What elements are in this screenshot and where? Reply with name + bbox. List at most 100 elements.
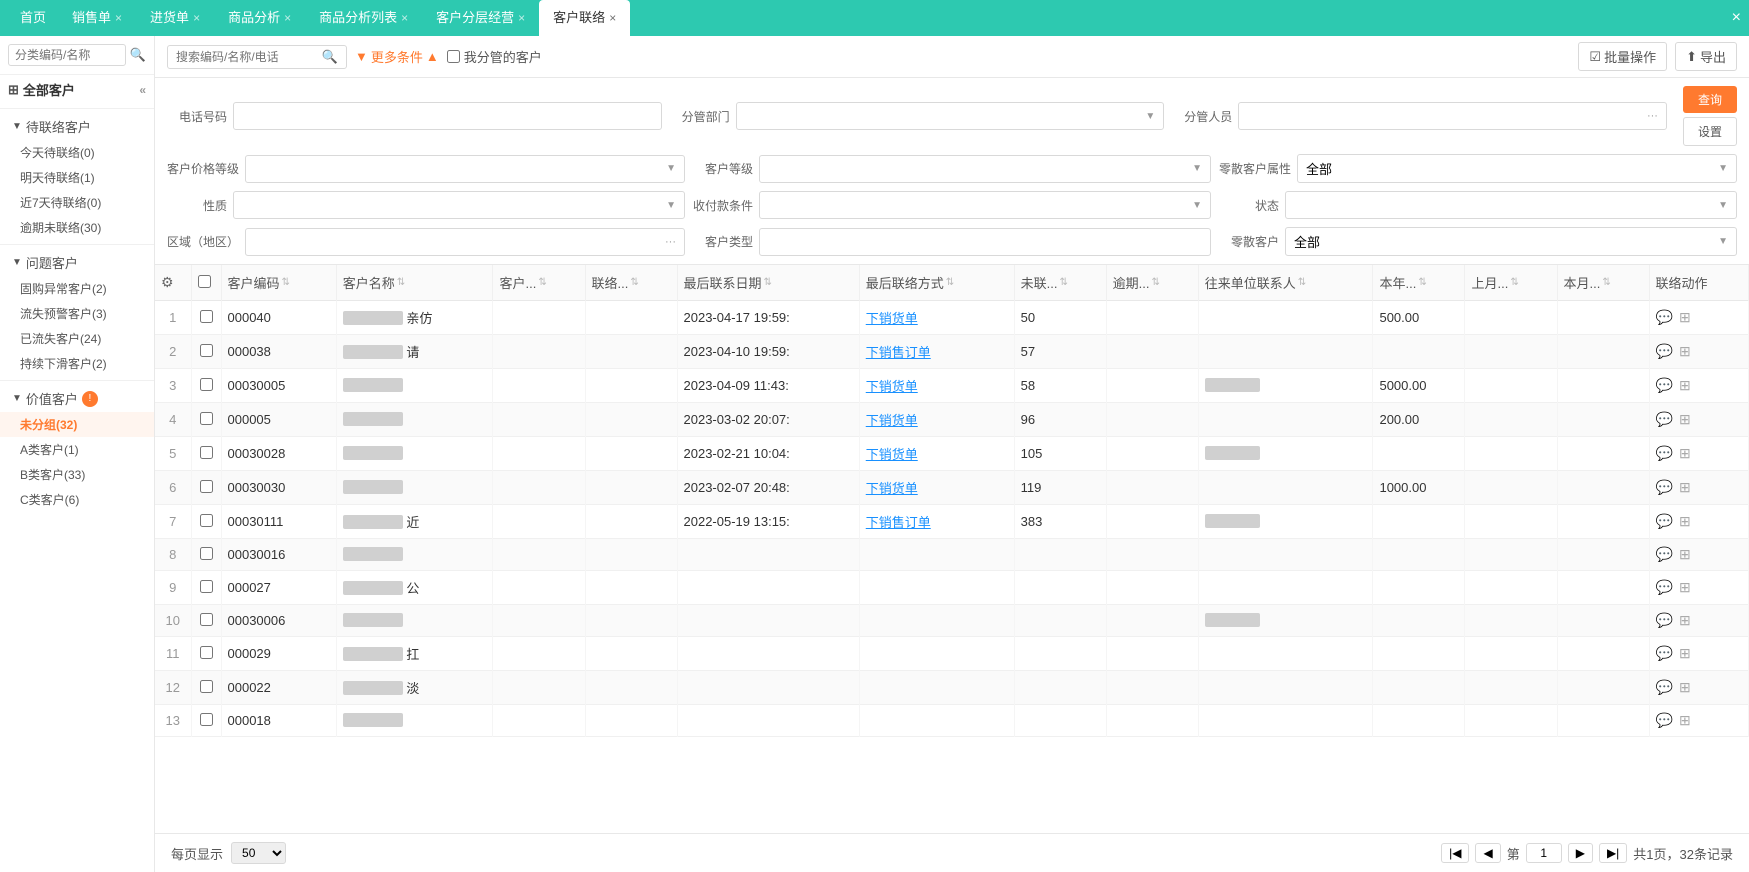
grid-action-icon[interactable]: ⊞: [1679, 679, 1691, 696]
sidebar-pending-contact-header[interactable]: ▼ 待联络客户: [0, 113, 154, 140]
customer-level-select[interactable]: ▼: [759, 155, 1211, 183]
grid-action-icon[interactable]: ⊞: [1679, 411, 1691, 428]
grid-action-icon[interactable]: ⊞: [1679, 645, 1691, 662]
retail-attr-select[interactable]: 全部▼: [1297, 154, 1737, 183]
filter-more-conditions[interactable]: ▼ 更多条件 ▲: [355, 47, 439, 66]
sidebar-item-overdue[interactable]: 逾期未联络(30): [0, 215, 154, 240]
row-checkbox[interactable]: [200, 446, 213, 459]
row-checkbox[interactable]: [200, 646, 213, 659]
last-method-link[interactable]: 下销货单: [866, 379, 918, 394]
sort-last-date[interactable]: ⇅: [764, 277, 772, 288]
sidebar-value-customers-header[interactable]: ▼ 价值客户 !: [0, 385, 154, 412]
sidebar-item-c-class[interactable]: C类客户(6): [0, 487, 154, 512]
tab-customer-segment[interactable]: 客户分层经营 ×: [422, 0, 539, 36]
last-page-btn[interactable]: ▶|: [1599, 843, 1627, 863]
row-checkbox[interactable]: [200, 378, 213, 391]
td-check[interactable]: [191, 505, 221, 539]
td-check[interactable]: [191, 437, 221, 471]
th-gear[interactable]: ⚙: [155, 265, 191, 301]
grid-action-icon[interactable]: ⊞: [1679, 546, 1691, 563]
grid-action-icon[interactable]: ⊞: [1679, 445, 1691, 462]
td-check[interactable]: [191, 705, 221, 737]
my-customers-checkbox[interactable]: [447, 50, 460, 63]
tab-customer-contact[interactable]: 客户联络 ×: [539, 0, 630, 36]
chat-icon[interactable]: 💬: [1656, 546, 1673, 563]
my-customers-checkbox-label[interactable]: 我分管的客户: [447, 47, 542, 66]
sort-overdue[interactable]: ⇅: [1152, 277, 1160, 288]
sidebar-item-ungrouepd[interactable]: 未分组(32): [0, 412, 154, 437]
close-purchase-tab[interactable]: ×: [193, 0, 200, 36]
th-checkbox[interactable]: [191, 265, 221, 301]
row-checkbox[interactable]: [200, 344, 213, 357]
chat-icon[interactable]: 💬: [1656, 645, 1673, 662]
row-checkbox[interactable]: [200, 613, 213, 626]
sort-contact[interactable]: ⇅: [630, 277, 638, 288]
td-check[interactable]: [191, 637, 221, 671]
sidebar-item-abnormal[interactable]: 固购异常客户(2): [0, 276, 154, 301]
row-checkbox[interactable]: [200, 580, 213, 593]
sort-name[interactable]: ⇅: [397, 277, 405, 288]
row-checkbox[interactable]: [200, 310, 213, 323]
td-check[interactable]: [191, 335, 221, 369]
close-customer-contact-tab[interactable]: ×: [609, 0, 616, 36]
close-product-analysis-tab[interactable]: ×: [284, 0, 291, 36]
row-checkbox[interactable]: [200, 480, 213, 493]
staff-select[interactable]: ···: [1238, 102, 1667, 130]
chat-icon[interactable]: 💬: [1656, 479, 1673, 496]
grid-action-icon[interactable]: ⊞: [1679, 513, 1691, 530]
next-page-btn[interactable]: ▶: [1568, 843, 1593, 863]
last-method-link[interactable]: 下销货单: [866, 311, 918, 326]
sidebar-item-a-class[interactable]: A类客户(1): [0, 437, 154, 462]
payment-select[interactable]: ▼: [759, 191, 1211, 219]
grid-action-icon[interactable]: ⊞: [1679, 343, 1691, 360]
last-method-link[interactable]: 下销货单: [866, 447, 918, 462]
chat-icon[interactable]: 💬: [1656, 377, 1673, 394]
first-page-btn[interactable]: |◀: [1441, 843, 1469, 863]
grid-action-icon[interactable]: ⊞: [1679, 377, 1691, 394]
sidebar-item-today[interactable]: 今天待联络(0): [0, 140, 154, 165]
page-size-select[interactable]: 50 100 200: [231, 842, 286, 864]
query-button[interactable]: 查询: [1683, 86, 1737, 113]
td-check[interactable]: [191, 403, 221, 437]
page-number-input[interactable]: [1526, 843, 1562, 863]
sidebar-search-input[interactable]: [8, 44, 126, 66]
gear-icon[interactable]: ⚙: [161, 274, 174, 290]
last-method-link[interactable]: 下销售订单: [866, 515, 931, 530]
td-check[interactable]: [191, 539, 221, 571]
chat-icon[interactable]: 💬: [1656, 612, 1673, 629]
td-check[interactable]: [191, 369, 221, 403]
sidebar-item-7days[interactable]: 近7天待联络(0): [0, 190, 154, 215]
tab-product-analysis[interactable]: 商品分析 ×: [214, 0, 305, 36]
status-select[interactable]: ▼: [1285, 191, 1737, 219]
tab-product-analysis-list[interactable]: 商品分析列表 ×: [305, 0, 422, 36]
tab-home[interactable]: 首页: [8, 0, 58, 36]
grid-action-icon[interactable]: ⊞: [1679, 712, 1691, 729]
sort-last-method[interactable]: ⇅: [946, 277, 954, 288]
sidebar-item-churn-warning[interactable]: 流失预警客户(3): [0, 301, 154, 326]
chat-icon[interactable]: 💬: [1656, 411, 1673, 428]
td-check[interactable]: [191, 571, 221, 605]
last-method-link[interactable]: 下销货单: [866, 413, 918, 428]
sidebar-all-customers[interactable]: ⊞ 全部客户 «: [0, 75, 154, 104]
phone-input[interactable]: [233, 102, 662, 130]
reset-button[interactable]: 设置: [1683, 117, 1737, 146]
batch-operation-button[interactable]: ☑ 批量操作: [1578, 42, 1667, 71]
chat-icon[interactable]: 💬: [1656, 309, 1673, 326]
chat-icon[interactable]: 💬: [1656, 513, 1673, 530]
td-check[interactable]: [191, 301, 221, 335]
sort-type[interactable]: ⇅: [538, 277, 546, 288]
grid-action-icon[interactable]: ⊞: [1679, 479, 1691, 496]
sort-code[interactable]: ⇅: [282, 277, 290, 288]
customer-type-select[interactable]: [759, 228, 1211, 256]
row-checkbox[interactable]: [200, 680, 213, 693]
filter-search-box[interactable]: 🔍: [167, 45, 347, 69]
close-window-btn[interactable]: ×: [1732, 9, 1741, 27]
row-checkbox[interactable]: [200, 412, 213, 425]
row-checkbox[interactable]: [200, 547, 213, 560]
region-select[interactable]: ···: [245, 228, 685, 256]
grid-action-icon[interactable]: ⊞: [1679, 309, 1691, 326]
chat-icon[interactable]: 💬: [1656, 445, 1673, 462]
row-checkbox[interactable]: [200, 713, 213, 726]
sort-last-month[interactable]: ⇅: [1510, 277, 1518, 288]
prev-page-btn[interactable]: ◀: [1475, 843, 1500, 863]
